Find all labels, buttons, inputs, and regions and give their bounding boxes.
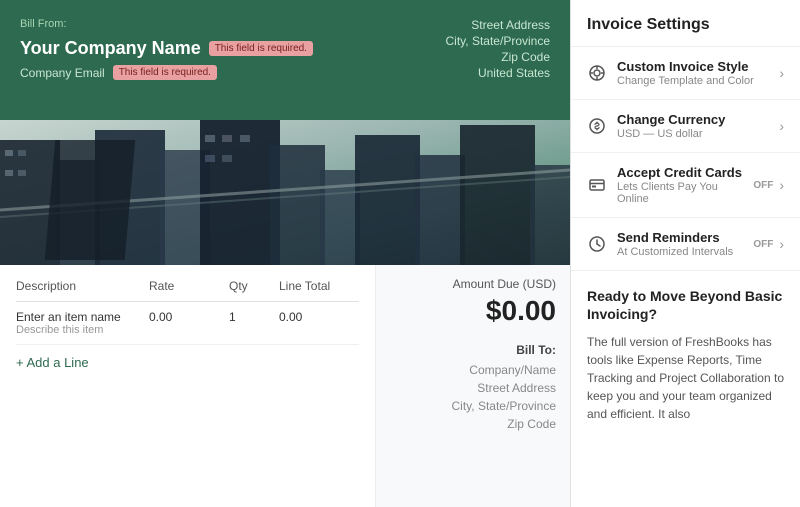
custom-style-text: Custom Invoice Style Change Template and… [617,59,769,87]
settings-item-currency[interactable]: Change Currency USD — US dollar › [571,100,800,153]
upsell-title: Ready to Move Beyond Basic Invoicing? [587,287,784,323]
amount-due-value: $0.00 [390,295,556,327]
line-total-value: 0.00 [279,310,359,324]
invoice-settings-title: Invoice Settings [571,0,800,47]
custom-style-icon [587,63,607,83]
credit-cards-right: OFF › [753,177,784,193]
credit-cards-toggle[interactable]: OFF [753,180,773,191]
add-line-button[interactable]: + Add a Line [16,345,89,380]
company-email-required-badge: This field is required. [113,65,217,80]
table-header: Description Rate Qty Line Total [16,279,359,302]
bill-to-section: Bill To: Company/Name Street Address Cit… [390,343,556,433]
settings-item-credit-cards[interactable]: Accept Credit Cards Lets Clients Pay You… [571,153,800,218]
rate-value[interactable]: 0.00 [149,310,229,324]
credit-cards-chevron: › [779,177,784,193]
table-row: Enter an item name Describe this item 0.… [16,302,359,345]
currency-right: › [779,118,784,134]
bill-from-label: Bill From: [20,18,446,30]
settings-item-custom-style[interactable]: Custom Invoice Style Change Template and… [571,47,800,100]
credit-cards-text: Accept Credit Cards Lets Clients Pay You… [617,165,743,205]
reminders-subtitle: At Customized Intervals [617,246,743,258]
upsell-text: The full version of FreshBooks has tools… [587,333,784,423]
item-name[interactable]: Enter an item name [16,310,149,324]
custom-style-right: › [779,65,784,81]
credit-card-icon [587,175,607,195]
hero-image [0,120,570,265]
reminders-chevron: › [779,236,784,252]
bill-to-line3[interactable]: City, State/Province [390,397,556,415]
reminders-right: OFF › [753,236,784,252]
credit-cards-subtitle: Lets Clients Pay You Online [617,181,743,205]
currency-text: Change Currency USD — US dollar [617,112,769,140]
custom-style-subtitle: Change Template and Color [617,75,769,87]
company-name[interactable]: Your Company Name [20,38,201,59]
reminders-text: Send Reminders At Customized Intervals [617,230,743,258]
settings-item-reminders[interactable]: Send Reminders At Customized Intervals O… [571,218,800,271]
bill-to-line1[interactable]: Company/Name [390,361,556,379]
address-line-1[interactable]: Street Address [446,18,550,32]
currency-icon [587,116,607,136]
company-name-row: Your Company Name This field is required… [20,38,446,59]
currency-subtitle: USD — US dollar [617,128,769,140]
col-qty: Qty [229,279,279,293]
col-description: Description [16,279,149,293]
invoice-lines-section: Description Rate Qty Line Total Enter an… [0,265,375,507]
amount-due-label: Amount Due (USD) [390,277,556,291]
bill-from-header: Bill From: Your Company Name This field … [0,0,570,120]
upsell-section: Ready to Move Beyond Basic Invoicing? Th… [571,271,800,507]
item-desc[interactable]: Describe this item [16,324,149,336]
company-email-label: Company Email [20,66,105,80]
currency-chevron: › [779,118,784,134]
reminders-toggle[interactable]: OFF [753,239,773,250]
company-email-row: Company Email This field is required. [20,65,446,80]
address-line-3[interactable]: Zip Code [446,50,550,64]
company-name-required-badge: This field is required. [209,41,313,56]
reminders-title: Send Reminders [617,230,743,245]
left-panel: Bill From: Your Company Name This field … [0,0,570,507]
custom-style-chevron: › [779,65,784,81]
credit-cards-title: Accept Credit Cards [617,165,743,180]
col-rate: Rate [149,279,229,293]
invoice-content-bottom: Description Rate Qty Line Total Enter an… [0,265,570,507]
address-line-4: United States [446,66,550,80]
address-line-2[interactable]: City, State/Province [446,34,550,48]
col-line-total: Line Total [279,279,359,293]
bill-from-left: Bill From: Your Company Name This field … [20,18,446,102]
item-description-cell[interactable]: Enter an item name Describe this item [16,310,149,336]
bill-to-label: Bill To: [390,343,556,357]
currency-title: Change Currency [617,112,769,127]
bill-to-line2[interactable]: Street Address [390,379,556,397]
bill-from-right: Street Address City, State/Province Zip … [446,18,550,102]
bill-to-line4[interactable]: Zip Code [390,415,556,433]
custom-style-title: Custom Invoice Style [617,59,769,74]
reminders-icon [587,234,607,254]
amount-section: Amount Due (USD) $0.00 Bill To: Company/… [375,265,570,507]
right-panel: Invoice Settings Custom Invoice Style Ch… [570,0,800,507]
qty-value[interactable]: 1 [229,310,279,324]
